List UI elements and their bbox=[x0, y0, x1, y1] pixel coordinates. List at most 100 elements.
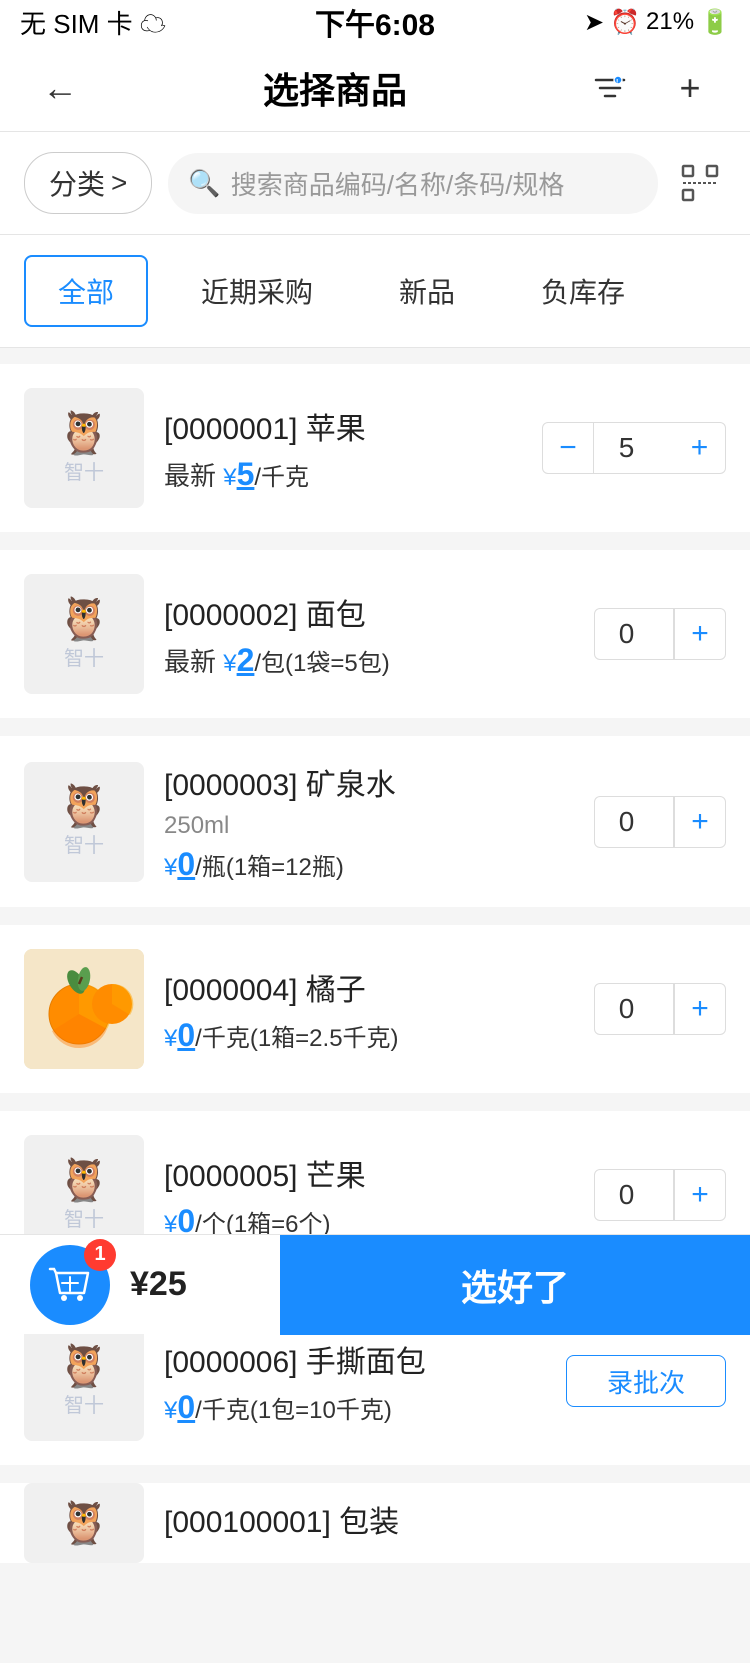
divider-2 bbox=[0, 720, 750, 736]
owl-icon: 🦉 bbox=[58, 1345, 110, 1387]
qty-plus-button[interactable]: + bbox=[674, 608, 726, 660]
back-button[interactable]: ← bbox=[30, 67, 90, 109]
brand-text: 智十 bbox=[64, 456, 104, 485]
search-bar[interactable]: 🔍 搜索商品编码/名称/条码/规格 bbox=[168, 153, 658, 214]
product-info-0000005: [0000005] 芒果 ¥0/个(1箱=6个) bbox=[144, 1151, 594, 1240]
status-bar: 无 SIM 卡 ☁ 下午6:08 ➤ ⏰ 21% 🔋 bbox=[0, 0, 750, 44]
price-symbol: ¥ bbox=[223, 650, 236, 677]
product-name: [0000004] 橘子 bbox=[164, 965, 574, 1009]
price-unit: /千克(1箱=2.5千克) bbox=[195, 1025, 398, 1052]
brand-text: 智十 bbox=[64, 1203, 104, 1232]
tab-negative-stock[interactable]: 负库存 bbox=[508, 256, 658, 326]
qty-input[interactable] bbox=[594, 422, 674, 474]
product-item-0000004: [0000004] 橘子 ¥0/千克(1箱=2.5千克) + bbox=[0, 925, 750, 1093]
price-symbol: ¥ bbox=[223, 464, 236, 491]
price-symbol: ¥ bbox=[164, 1397, 177, 1424]
nav-actions: ! + bbox=[580, 67, 720, 109]
product-price: 最新 ¥5/千克 bbox=[164, 456, 522, 493]
bottom-bar: 1 ¥25 选好了 bbox=[0, 1234, 750, 1334]
price-value: 0 bbox=[177, 846, 195, 882]
qty-plus-button[interactable]: + bbox=[674, 983, 726, 1035]
cart-badge: 1 bbox=[84, 1239, 116, 1271]
qty-input[interactable] bbox=[594, 796, 674, 848]
chevron-right-icon: > bbox=[111, 167, 127, 199]
product-info-0000006: [0000006] 手撕面包 ¥0/千克(1包=10千克) bbox=[144, 1337, 566, 1426]
product-thumb-0000003: 🦉 智十 bbox=[24, 762, 144, 882]
status-left: 无 SIM 卡 ☁ bbox=[20, 4, 166, 41]
product-item-0000002: 🦉 智十 [0000002] 面包 最新 ¥2/包(1袋=5包) + bbox=[0, 550, 750, 718]
search-icon: 🔍 bbox=[188, 168, 220, 199]
owl-icon: 🦉 bbox=[58, 1502, 110, 1544]
qty-input[interactable] bbox=[594, 983, 674, 1035]
cart-total: ¥25 bbox=[130, 1265, 187, 1304]
product-thumb-partial: 🦉 bbox=[24, 1483, 144, 1563]
tab-recent[interactable]: 近期采购 bbox=[168, 256, 346, 326]
product-price: ¥0/千克(1箱=2.5千克) bbox=[164, 1017, 574, 1054]
product-price: ¥0/瓶(1箱=12瓶) bbox=[164, 846, 574, 883]
owl-icon: 🦉 bbox=[58, 412, 110, 454]
owl-placeholder: 🦉 bbox=[58, 1502, 110, 1544]
product-list: 🦉 智十 [0000001] 苹果 最新 ¥5/千克 − + 🦉 智十 [ bbox=[0, 364, 750, 1663]
batch-record-button[interactable]: 录批次 bbox=[566, 1355, 726, 1407]
status-time: 下午6:08 bbox=[315, 0, 435, 44]
qty-plus-button[interactable]: + bbox=[674, 422, 726, 474]
price-value: 5 bbox=[237, 456, 255, 492]
category-button[interactable]: 分类 > bbox=[24, 152, 152, 214]
price-label: 最新 bbox=[164, 461, 223, 491]
nav-bar: ← 选择商品 ! + bbox=[0, 44, 750, 132]
product-info-0000001: [0000001] 苹果 最新 ¥5/千克 bbox=[144, 404, 542, 493]
price-value: 0 bbox=[177, 1389, 195, 1425]
product-info-0000002: [0000002] 面包 最新 ¥2/包(1袋=5包) bbox=[144, 590, 594, 679]
product-item-0000003: 🦉 智十 [0000003] 矿泉水 250ml ¥0/瓶(1箱=12瓶) + bbox=[0, 736, 750, 907]
add-button[interactable]: + bbox=[660, 67, 720, 109]
cart-icon bbox=[48, 1263, 92, 1307]
owl-icon: 🦉 bbox=[58, 598, 110, 640]
owl-icon: 🦉 bbox=[58, 1159, 110, 1201]
product-name: [0000003] 矿泉水 bbox=[164, 760, 574, 804]
battery-text: 21% bbox=[646, 8, 694, 36]
confirm-button[interactable]: 选好了 bbox=[280, 1235, 750, 1335]
brand-text: 智十 bbox=[64, 1389, 104, 1418]
cart-icon-wrap[interactable]: 1 bbox=[30, 1245, 110, 1325]
product-info-0000004: [0000004] 橘子 ¥0/千克(1箱=2.5千克) bbox=[144, 965, 594, 1054]
qty-input[interactable] bbox=[594, 1169, 674, 1221]
product-name: [0000001] 苹果 bbox=[164, 404, 522, 448]
category-label: 分类 bbox=[49, 163, 105, 203]
search-placeholder: 搜索商品编码/名称/条码/规格 bbox=[231, 165, 565, 202]
price-unit: /瓶(1箱=12瓶) bbox=[195, 854, 344, 881]
brand-text: 智十 bbox=[64, 829, 104, 858]
product-thumb-0000002: 🦉 智十 bbox=[24, 574, 144, 694]
price-unit: /包(1袋=5包) bbox=[254, 650, 389, 677]
divider-3 bbox=[0, 909, 750, 925]
owl-placeholder: 🦉 智十 bbox=[58, 1345, 110, 1418]
owl-placeholder: 🦉 智十 bbox=[58, 1159, 110, 1232]
owl-icon: 🦉 bbox=[58, 785, 110, 827]
price-symbol: ¥ bbox=[164, 854, 177, 881]
qty-input[interactable] bbox=[594, 608, 674, 660]
tab-new[interactable]: 新品 bbox=[366, 256, 488, 326]
qty-control-0000004: + bbox=[594, 983, 726, 1035]
page-title: 选择商品 bbox=[90, 62, 580, 114]
tab-all[interactable]: 全部 bbox=[24, 255, 148, 327]
orange-image bbox=[24, 949, 144, 1069]
price-value: 2 bbox=[237, 642, 255, 678]
product-name: [0000006] 手撕面包 bbox=[164, 1337, 546, 1381]
product-price: 最新 ¥2/包(1袋=5包) bbox=[164, 642, 574, 679]
product-price: ¥0/千克(1包=10千克) bbox=[164, 1389, 546, 1426]
qty-plus-button[interactable]: + bbox=[674, 796, 726, 848]
price-symbol: ¥ bbox=[164, 1025, 177, 1052]
owl-placeholder: 🦉 智十 bbox=[58, 412, 110, 485]
divider-1 bbox=[0, 534, 750, 550]
price-value: 0 bbox=[177, 1017, 195, 1053]
svg-text:!: ! bbox=[616, 79, 618, 86]
divider-6 bbox=[0, 1467, 750, 1483]
qty-plus-button[interactable]: + bbox=[674, 1169, 726, 1221]
qty-minus-button[interactable]: − bbox=[542, 422, 594, 474]
qty-control-0000005: + bbox=[594, 1169, 726, 1221]
filter-button[interactable]: ! bbox=[580, 70, 640, 106]
scan-button[interactable] bbox=[674, 157, 726, 209]
battery-icon: 🔋 bbox=[700, 8, 730, 37]
tabs-bar: 全部 近期采购 新品 负库存 bbox=[0, 235, 750, 348]
product-name: [0000005] 芒果 bbox=[164, 1151, 574, 1195]
product-thumb-0000006: 🦉 智十 bbox=[24, 1321, 144, 1441]
